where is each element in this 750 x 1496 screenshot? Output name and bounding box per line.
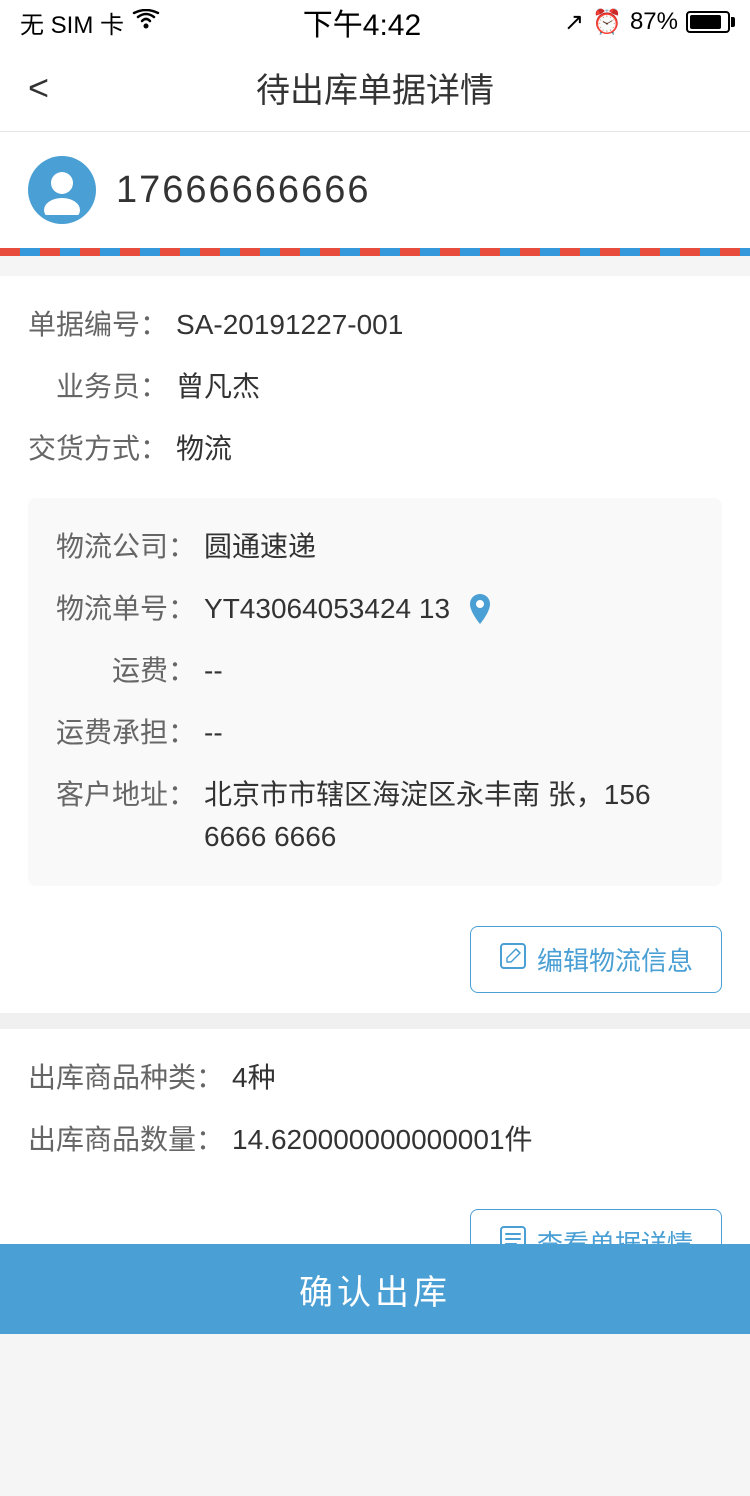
delivery-value: 物流 (168, 428, 722, 470)
page-title: 待出库单据详情 (256, 63, 494, 112)
salesman-row: 业务员： 曾凡杰 (28, 366, 722, 408)
carrier-text: 无 SIM 卡 (20, 5, 124, 40)
goods-type-value: 4种 (224, 1057, 722, 1099)
goods-type-row: 出库商品种类： 4种 (28, 1057, 722, 1099)
user-phone: 17666666666 (116, 169, 370, 212)
goods-quantity-value: 14.620000000000001件 (224, 1119, 722, 1161)
goods-quantity-label: 出库商品数量： (28, 1119, 224, 1161)
salesman-value: 曾凡杰 (168, 366, 722, 408)
address-label: 客户地址： (56, 774, 196, 816)
freight-label: 运费： (56, 650, 196, 692)
edit-icon (499, 942, 527, 977)
freight-bear-label: 运费承担： (56, 712, 196, 754)
battery-fill (690, 15, 721, 29)
section-divider (0, 1013, 750, 1029)
logistics-section: 物流公司： 圆通速递 物流单号： YT43064053424 13 运费： --… (0, 498, 750, 906)
company-value: 圆通速递 (196, 526, 694, 568)
goods-quantity-row: 出库商品数量： 14.620000000000001件 (28, 1119, 722, 1161)
order-value: SA-20191227-001 (168, 304, 722, 346)
goods-section: 出库商品种类： 4种 出库商品数量： 14.620000000000001件 (0, 1029, 750, 1189)
alarm-icon: ⏰ (592, 8, 622, 37)
avatar (28, 156, 96, 224)
order-label: 单据编号： (28, 304, 168, 346)
battery-icon (686, 11, 730, 33)
edit-btn-label: 编辑物流信息 (537, 941, 693, 978)
logistics-card: 物流公司： 圆通速递 物流单号： YT43064053424 13 运费： --… (28, 498, 722, 886)
company-row: 物流公司： 圆通速递 (56, 526, 694, 568)
delivery-row: 交货方式： 物流 (28, 428, 722, 470)
battery-percent: 87% (630, 8, 678, 36)
confirm-btn-label: 确认出库 (299, 1265, 451, 1314)
goods-type-label: 出库商品种类： (28, 1057, 224, 1099)
nav-bar: < 待出库单据详情 (0, 44, 750, 132)
dashed-separator (0, 248, 750, 256)
address-row: 客户地址： 北京市市辖区海淀区永丰南 张，156 6666 6666 (56, 774, 694, 858)
delivery-label: 交货方式： (28, 428, 168, 470)
confirm-btn-bar[interactable]: 确认出库 (0, 1244, 750, 1334)
company-label: 物流公司： (56, 526, 196, 568)
edit-btn-row: 编辑物流信息 (0, 906, 750, 1013)
edit-logistics-button[interactable]: 编辑物流信息 (470, 926, 722, 993)
status-bar: 无 SIM 卡 下午4:42 ↗ ⏰ 87% (0, 0, 750, 44)
status-left: 无 SIM 卡 (20, 5, 160, 40)
freight-bear-row: 运费承担： -- (56, 712, 694, 754)
tracking-label: 物流单号： (56, 588, 196, 630)
map-pin-icon[interactable] (462, 591, 498, 627)
basic-info-section: 单据编号： SA-20191227-001 业务员： 曾凡杰 交货方式： 物流 (0, 276, 750, 498)
user-header: 17666666666 (0, 132, 750, 248)
freight-row: 运费： -- (56, 650, 694, 692)
order-row: 单据编号： SA-20191227-001 (28, 304, 722, 346)
freight-bear-value: -- (196, 712, 694, 754)
address-value: 北京市市辖区海淀区永丰南 张，156 6666 6666 (196, 774, 694, 858)
tracking-value: YT43064053424 13 (196, 588, 694, 630)
freight-value: -- (196, 650, 694, 692)
tracking-row: 物流单号： YT43064053424 13 (56, 588, 694, 630)
salesman-label: 业务员： (28, 366, 168, 408)
wifi-icon (132, 8, 160, 36)
status-right: ↗ ⏰ 87% (564, 8, 730, 37)
location-status-icon: ↗ (564, 8, 584, 37)
back-button[interactable]: < (28, 67, 49, 109)
status-time: 下午4:42 (303, 0, 421, 44)
